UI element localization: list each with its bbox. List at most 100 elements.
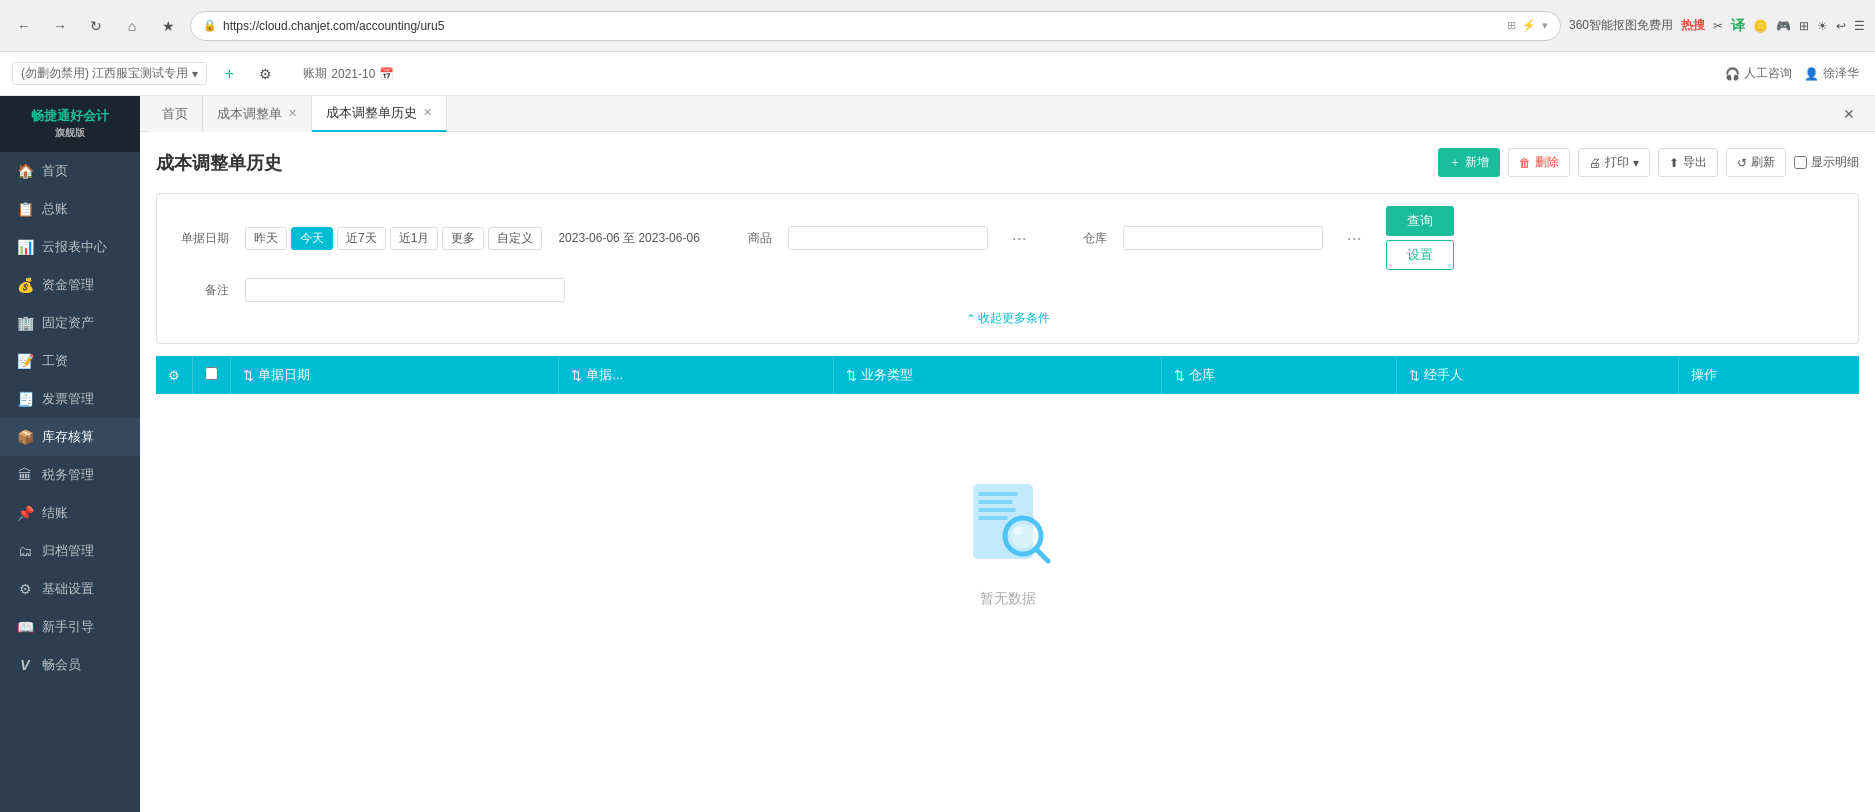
close-all-button[interactable]: ✕	[1831, 106, 1867, 122]
collapse-filter-button[interactable]: ⌃ 收起更多条件	[966, 310, 1050, 327]
tab-cost-adjust[interactable]: 成本调整单 ✕	[203, 96, 312, 132]
sidebar-item-settings[interactable]: ⚙ 基础设置	[0, 570, 140, 608]
sidebar-item-ledger-label: 总账	[42, 200, 68, 218]
account-settings-icon[interactable]: ⚙	[251, 60, 279, 88]
search-set-group: 查询 设置	[1386, 206, 1454, 270]
browser-right-icons: 360智能抠图免费用 热搜 ✂ 译 🪙 🎮 ⊞ ☀ ↩ ☰	[1569, 17, 1865, 35]
date-yesterday-btn[interactable]: 昨天	[245, 227, 287, 250]
refresh-button[interactable]: ↻	[82, 12, 110, 40]
th-settings[interactable]: ⚙	[156, 356, 193, 394]
refresh-button[interactable]: ↺ 刷新	[1726, 148, 1786, 177]
th-handler-label: 经手人	[1424, 366, 1463, 384]
date-today-btn[interactable]: 今天	[291, 227, 333, 250]
th-handler[interactable]: ⇅ 经手人	[1397, 356, 1679, 394]
period-value: 2021-10	[331, 67, 375, 81]
collapse-label: 收起更多条件	[978, 310, 1050, 327]
invoice-icon: 🧾	[16, 391, 34, 407]
select-all-checkbox[interactable]	[205, 367, 218, 380]
set-button[interactable]: 设置	[1386, 240, 1454, 270]
export-button[interactable]: ⬆ 导出	[1658, 148, 1718, 177]
sidebar-item-tax[interactable]: 🏛 税务管理	[0, 456, 140, 494]
warehouse-filter-label: 仓库	[1051, 230, 1107, 247]
svg-rect-1	[978, 492, 1018, 496]
url-text: https://cloud.chanjet.com/accounting/uru…	[223, 19, 1501, 33]
sidebar-item-archive-label: 归档管理	[42, 542, 94, 560]
forward-button[interactable]: →	[46, 12, 74, 40]
headphone-icon: 🎧	[1725, 67, 1740, 81]
svg-rect-2	[978, 500, 1013, 504]
th-doc-no[interactable]: ⇅ 单据...	[559, 356, 833, 394]
sidebar-item-archive[interactable]: 🗂 归档管理	[0, 532, 140, 570]
hot-label: 热搜	[1681, 17, 1705, 34]
bookmark-button[interactable]: ★	[154, 12, 182, 40]
goods-filter-label: 商品	[716, 230, 772, 247]
remark-input[interactable]	[245, 278, 565, 302]
undo-icon: ↩	[1836, 19, 1846, 33]
add-button[interactable]: ＋ 新增	[1438, 148, 1500, 177]
date-7days-btn[interactable]: 近7天	[337, 227, 386, 250]
sidebar-item-home[interactable]: 🏠 首页	[0, 152, 140, 190]
date-1month-btn[interactable]: 近1月	[390, 227, 439, 250]
sidebar-item-salary-label: 工资	[42, 352, 68, 370]
user-profile-button[interactable]: 👤 徐泽华	[1804, 65, 1859, 82]
user-icon: 👤	[1804, 67, 1819, 81]
game-icon: 🎮	[1776, 19, 1791, 33]
search-button[interactable]: 查询	[1386, 206, 1454, 236]
sidebar-item-invoice[interactable]: 🧾 发票管理	[0, 380, 140, 418]
table-header-row: ⚙ ⇅ 单据日期	[156, 356, 1859, 394]
th-biz-type[interactable]: ⇅ 业务类型	[833, 356, 1161, 394]
warehouse-more-icon[interactable]: ···	[1339, 228, 1370, 249]
sidebar-item-vip[interactable]: V 畅会员	[0, 646, 140, 684]
th-date[interactable]: ⇅ 单据日期	[231, 356, 559, 394]
th-checkbox	[193, 356, 231, 394]
chevron-down-icon: ▾	[1542, 19, 1548, 32]
sidebar-item-settings-label: 基础设置	[42, 580, 94, 598]
fixed-assets-icon: 🏢	[16, 315, 34, 331]
tab-cost-adjust-close[interactable]: ✕	[288, 108, 297, 119]
empty-icon	[958, 474, 1058, 574]
show-detail-checkbox-label[interactable]: 显示明细	[1794, 154, 1859, 171]
account-name: (勿删勿禁用) 江西服宝测试专用	[21, 65, 188, 82]
tab-cost-adjust-history[interactable]: 成本调整单历史 ✕	[312, 96, 447, 132]
date-more-btn[interactable]: 更多	[442, 227, 484, 250]
main-layout: 畅捷通好会计 旗舰版 🏠 首页 📋 总账 📊 云报表中心 💰 资金管理 🏢 固定…	[0, 96, 1875, 812]
tab-home[interactable]: 首页	[148, 96, 203, 132]
account-dropdown-icon: ▾	[192, 67, 198, 81]
sidebar-item-inventory[interactable]: 📦 库存核算	[0, 418, 140, 456]
th-warehouse[interactable]: ⇅ 仓库	[1161, 356, 1397, 394]
sidebar-item-invoice-label: 发票管理	[42, 390, 94, 408]
show-detail-checkbox[interactable]	[1794, 156, 1807, 169]
warehouse-input[interactable]	[1123, 226, 1323, 250]
print-dropdown-icon: ▾	[1633, 156, 1639, 170]
sidebar-item-fixed-assets[interactable]: 🏢 固定资产	[0, 304, 140, 342]
coin-icon: 🪙	[1753, 19, 1768, 33]
sidebar-item-reports[interactable]: 📊 云报表中心	[0, 228, 140, 266]
goods-more-icon[interactable]: ···	[1004, 228, 1035, 249]
add-account-button[interactable]: +	[215, 60, 243, 88]
table-container: ⚙ ⇅ 单据日期	[156, 356, 1859, 688]
customer-service-button[interactable]: 🎧 人工咨询	[1725, 65, 1792, 82]
sidebar-item-ledger[interactable]: 📋 总账	[0, 190, 140, 228]
sidebar-item-closing-label: 结账	[42, 504, 68, 522]
svg-rect-3	[978, 508, 1016, 512]
delete-button[interactable]: 🗑 删除	[1508, 148, 1570, 177]
back-button[interactable]: ←	[10, 12, 38, 40]
goods-input[interactable]	[788, 226, 988, 250]
tab-cost-adjust-label: 成本调整单	[217, 105, 282, 123]
ssl-icon: 🔒	[203, 19, 217, 32]
sidebar-item-guide[interactable]: 📖 新手引导	[0, 608, 140, 646]
page-title-bar: 成本调整单历史 ＋ 新增 🗑 删除 🖨 打印 ▾	[156, 148, 1859, 177]
th-biz-type-label: 业务类型	[861, 366, 913, 384]
sidebar-item-salary[interactable]: 📝 工资	[0, 342, 140, 380]
user-name: 徐泽华	[1823, 65, 1859, 82]
account-selector[interactable]: (勿删勿禁用) 江西服宝测试专用 ▾	[12, 62, 207, 85]
page-content: 成本调整单历史 ＋ 新增 🗑 删除 🖨 打印 ▾	[140, 132, 1875, 812]
date-custom-btn[interactable]: 自定义	[488, 227, 542, 250]
print-button[interactable]: 🖨 打印 ▾	[1578, 148, 1650, 177]
sidebar-item-vip-label: 畅会员	[42, 656, 81, 674]
sidebar-item-closing[interactable]: 📌 结账	[0, 494, 140, 532]
sidebar-item-capital[interactable]: 💰 资金管理	[0, 266, 140, 304]
tab-cost-adjust-history-close[interactable]: ✕	[423, 107, 432, 118]
address-bar[interactable]: 🔒 https://cloud.chanjet.com/accounting/u…	[190, 11, 1561, 41]
home-button[interactable]: ⌂	[118, 12, 146, 40]
